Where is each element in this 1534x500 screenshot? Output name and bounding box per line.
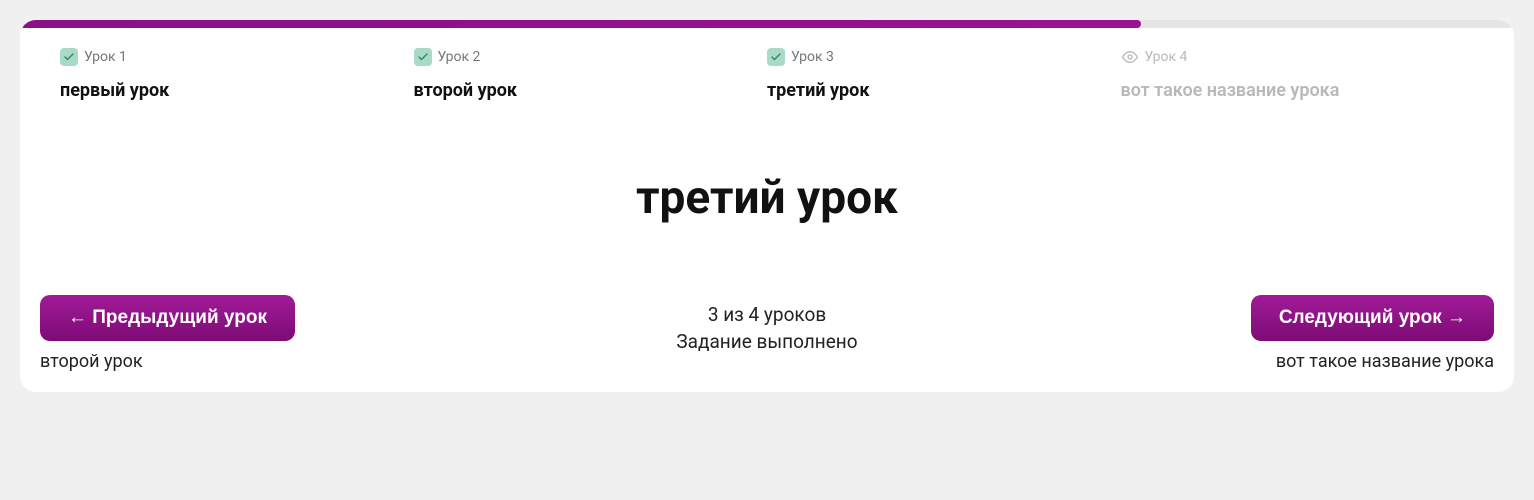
lesson-title: третий урок — [767, 80, 1101, 101]
next-block: Следующий урок → вот такое название урок… — [1009, 295, 1494, 372]
lesson-counter: 3 из 4 уроков — [525, 303, 1010, 326]
eye-icon — [1121, 48, 1139, 66]
prev-block: ← Предыдущий урок второй урок — [40, 295, 525, 372]
check-icon — [60, 48, 78, 66]
lesson-head: Урок 2 — [414, 48, 748, 66]
lesson-head: Урок 3 — [767, 48, 1101, 66]
check-icon — [414, 48, 432, 66]
lesson-title: второй урок — [414, 80, 748, 101]
lesson-label: Урок 2 — [438, 49, 481, 65]
lesson-label: Урок 3 — [791, 49, 834, 65]
lessons-list: Урок 1 первый урок Урок 2 второй урок Ур… — [20, 28, 1514, 131]
lesson-item-3[interactable]: Урок 3 третий урок — [767, 48, 1121, 101]
lesson-title: первый урок — [60, 80, 394, 101]
lesson-item-4[interactable]: Урок 4 вот такое название урока — [1121, 48, 1475, 101]
lesson-nav-footer: ← Предыдущий урок второй урок 3 из 4 уро… — [20, 295, 1514, 392]
check-icon — [767, 48, 785, 66]
page-title: третий урок — [20, 171, 1514, 225]
progress-status: 3 из 4 уроков Задание выполнено — [525, 295, 1010, 353]
prev-lesson-button[interactable]: ← Предыдущий урок — [40, 295, 295, 341]
lesson-label: Урок 1 — [84, 49, 127, 65]
next-lesson-title: вот такое название урока — [1009, 351, 1494, 372]
prev-lesson-title: второй урок — [40, 351, 525, 372]
lesson-status: Задание выполнено — [525, 330, 1010, 353]
progress-bar-fill — [20, 20, 1141, 28]
progress-bar-track — [20, 20, 1514, 28]
lesson-title: вот такое название урока — [1121, 80, 1455, 101]
lesson-label: Урок 4 — [1145, 49, 1188, 65]
next-lesson-button[interactable]: Следующий урок → — [1251, 295, 1494, 341]
lesson-item-1[interactable]: Урок 1 первый урок — [60, 48, 414, 101]
lesson-head: Урок 1 — [60, 48, 394, 66]
lesson-card: Урок 1 первый урок Урок 2 второй урок Ур… — [20, 20, 1514, 392]
lesson-item-2[interactable]: Урок 2 второй урок — [414, 48, 768, 101]
lesson-head: Урок 4 — [1121, 48, 1455, 66]
